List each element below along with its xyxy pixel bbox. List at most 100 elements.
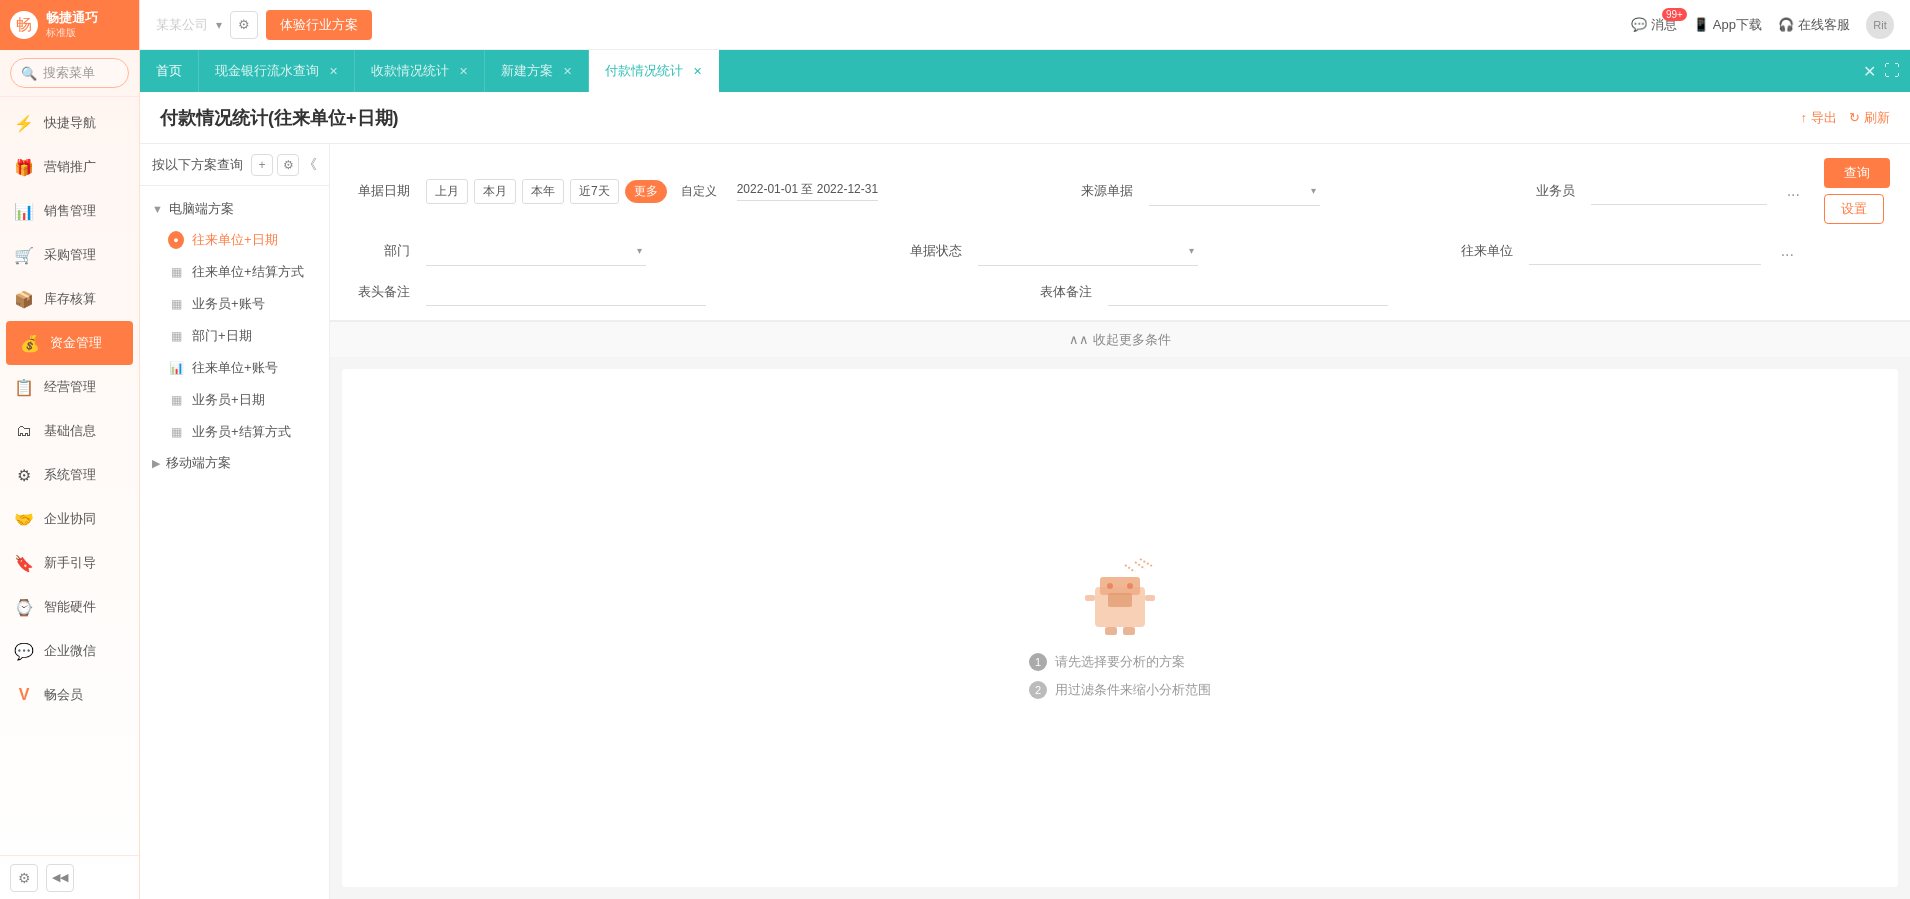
scheme-item-unit-settle[interactable]: ▦ 往来单位+结算方式 [140, 256, 329, 288]
source-select[interactable]: ▾ [1149, 176, 1320, 206]
unit-input[interactable] [1529, 237, 1761, 265]
scheme-active-dot: ● [168, 232, 184, 248]
user-avatar[interactable]: Rit [1866, 11, 1894, 39]
scheme-group-desktop-header[interactable]: ▼ 电脑端方案 [140, 194, 329, 224]
sidebar-item-purchase[interactable]: 🛒 采购管理 [0, 233, 139, 277]
sidebar-item-guide[interactable]: 🔖 新手引导 [0, 541, 139, 585]
this-year-button[interactable]: 本年 [522, 179, 564, 204]
tab-close-payment[interactable]: ✕ [693, 65, 702, 78]
scheme-icon-staff-settle: ▦ [168, 424, 184, 440]
add-icon: + [258, 158, 265, 172]
sales-icon: 📊 [14, 201, 34, 221]
sidebar-item-basic[interactable]: 🗂 基础信息 [0, 409, 139, 453]
tab-bank[interactable]: 现金银行流水查询 ✕ [199, 50, 355, 92]
unit-dots[interactable]: ... [1781, 242, 1794, 260]
tab-close-all-button[interactable]: ✕ [1863, 62, 1876, 81]
scheme-collapse-button[interactable]: 《 [303, 156, 317, 174]
sidebar-footer: ⚙ ◀◀ [0, 855, 139, 899]
logo-text: 畅捷通巧 标准版 [46, 10, 98, 40]
sidebar-item-quick[interactable]: ⚡ 快捷导航 [0, 101, 139, 145]
service-icon: 🎧 [1778, 17, 1794, 32]
sidebar-item-hardware[interactable]: ⌚ 智能硬件 [0, 585, 139, 629]
custom-date-button[interactable]: 自定义 [673, 180, 725, 203]
svg-rect-4 [1108, 593, 1132, 607]
empty-tip-2: 2 用过滤条件来缩小分析范围 [1029, 681, 1211, 699]
sidebar-item-sales[interactable]: 📊 销售管理 [0, 189, 139, 233]
sidebar-item-operation[interactable]: 📋 经营管理 [0, 365, 139, 409]
filter-settings-button[interactable]: 设置 [1824, 194, 1884, 224]
collapse-sidebar-button[interactable]: ◀◀ [46, 864, 74, 892]
app-download-button[interactable]: 📱 App下载 [1693, 16, 1762, 34]
scheme-item-unit-date[interactable]: ● 往来单位+日期 [140, 224, 329, 256]
search-icon: 🔍 [21, 66, 37, 81]
page-header: 付款情况统计(往来单位+日期) ↑ 导出 ↻ 刷新 [140, 92, 1910, 144]
staff-input[interactable] [1591, 177, 1767, 205]
topbar-right: 💬 消息 99+ 📱 App下载 🎧 在线客服 Rit [1631, 11, 1894, 39]
scheme-item-staff-settle[interactable]: ▦ 业务员+结算方式 [140, 416, 329, 448]
tab-close-new[interactable]: ✕ [563, 65, 572, 78]
trial-button[interactable]: 体验行业方案 [266, 10, 372, 40]
dept-select[interactable]: ▾ [426, 236, 646, 266]
sidebar-item-system[interactable]: ⚙ 系统管理 [0, 453, 139, 497]
query-button[interactable]: 查询 [1824, 158, 1890, 188]
expand-icon-mobile: ▶ [152, 457, 160, 470]
collapse-conditions-button[interactable]: ∧∧ 收起更多条件 [330, 321, 1910, 357]
sidebar-item-inventory[interactable]: 📦 库存核算 [0, 277, 139, 321]
last-7days-button[interactable]: 近7天 [570, 179, 619, 204]
collapse-chevron-icon: ∧∧ [1069, 332, 1089, 347]
export-button[interactable]: ↑ 导出 [1801, 109, 1838, 127]
tab-close-receipt[interactable]: ✕ [459, 65, 468, 78]
svg-point-3 [1127, 583, 1133, 589]
tab-new[interactable]: 新建方案 ✕ [485, 50, 589, 92]
last-month-button[interactable]: 上月 [426, 179, 468, 204]
message-icon: 💬 [1631, 17, 1647, 32]
chevron-down-icon: ▾ [216, 18, 222, 32]
tab-payment[interactable]: 付款情况统计 ✕ [589, 50, 719, 92]
scheme-list: ▼ 电脑端方案 ● 往来单位+日期 ▦ 往来单位+结算方式 [140, 186, 329, 899]
gear-icon: ⚙ [238, 17, 250, 32]
hardware-icon: ⌚ [14, 597, 34, 617]
scheme-group-mobile-header[interactable]: ▶ 移动端方案 [140, 448, 329, 478]
sidebar-item-corp[interactable]: 🤝 企业协同 [0, 497, 139, 541]
more-date-button[interactable]: 更多 [625, 180, 667, 203]
global-settings-button[interactable]: ⚙ [10, 864, 38, 892]
tab-close-bank[interactable]: ✕ [329, 65, 338, 78]
tip-number-1: 1 [1029, 653, 1047, 671]
refresh-button[interactable]: ↻ 刷新 [1849, 109, 1890, 127]
member-icon: V [14, 685, 34, 705]
app-icon: 📱 [1693, 17, 1709, 32]
online-service-button[interactable]: 🎧 在线客服 [1778, 16, 1850, 34]
scheme-header-left: 按以下方案查询 [152, 156, 243, 174]
search-menu-button[interactable]: 🔍 搜索菜单 [10, 58, 129, 88]
scheme-settings-button[interactable]: ⚙ [277, 154, 299, 176]
purchase-icon: 🛒 [14, 245, 34, 265]
scheme-item-unit-account[interactable]: 📊 往来单位+账号 [140, 352, 329, 384]
message-button[interactable]: 💬 消息 99+ [1631, 16, 1677, 34]
scheme-item-staff-date[interactable]: ▦ 业务员+日期 [140, 384, 329, 416]
settings-icon: ⚙ [283, 158, 294, 172]
scheme-item-staff-account[interactable]: ▦ 业务员+账号 [140, 288, 329, 320]
empty-illustration [1070, 557, 1170, 637]
company-name: 某某公司 [156, 16, 208, 34]
tab-receipt[interactable]: 收款情况统计 ✕ [355, 50, 485, 92]
sidebar-item-wechat[interactable]: 💬 企业微信 [0, 629, 139, 673]
tab-home[interactable]: 首页 [140, 50, 199, 92]
staff-dots[interactable]: ... [1787, 182, 1800, 200]
dept-arrow-icon: ▾ [637, 245, 642, 256]
scheme-item-dept-date[interactable]: ▦ 部门+日期 [140, 320, 329, 352]
sidebar-item-marketing[interactable]: 🎁 营销推广 [0, 145, 139, 189]
status-select[interactable]: ▾ [978, 236, 1198, 266]
header-note-input[interactable] [426, 278, 706, 306]
topbar-settings-button[interactable]: ⚙ [230, 11, 258, 39]
sidebar-item-finance[interactable]: 💰 资金管理 [6, 321, 133, 365]
tab-fullscreen-button[interactable]: ⛶ [1884, 62, 1900, 80]
sidebar-item-member[interactable]: V 畅会员 [0, 673, 139, 717]
main-area: 某某公司 ▾ ⚙ 体验行业方案 💬 消息 99+ 📱 App下载 🎧 在线客服 [140, 0, 1910, 899]
page-actions: ↑ 导出 ↻ 刷新 [1801, 109, 1891, 127]
sidebar-search-area: 🔍 搜索菜单 [0, 50, 139, 97]
body-note-input[interactable] [1108, 278, 1388, 306]
scheme-add-button[interactable]: + [251, 154, 273, 176]
source-label: 来源单据 [1073, 182, 1133, 200]
this-month-button[interactable]: 本月 [474, 179, 516, 204]
dept-label: 部门 [350, 242, 410, 260]
